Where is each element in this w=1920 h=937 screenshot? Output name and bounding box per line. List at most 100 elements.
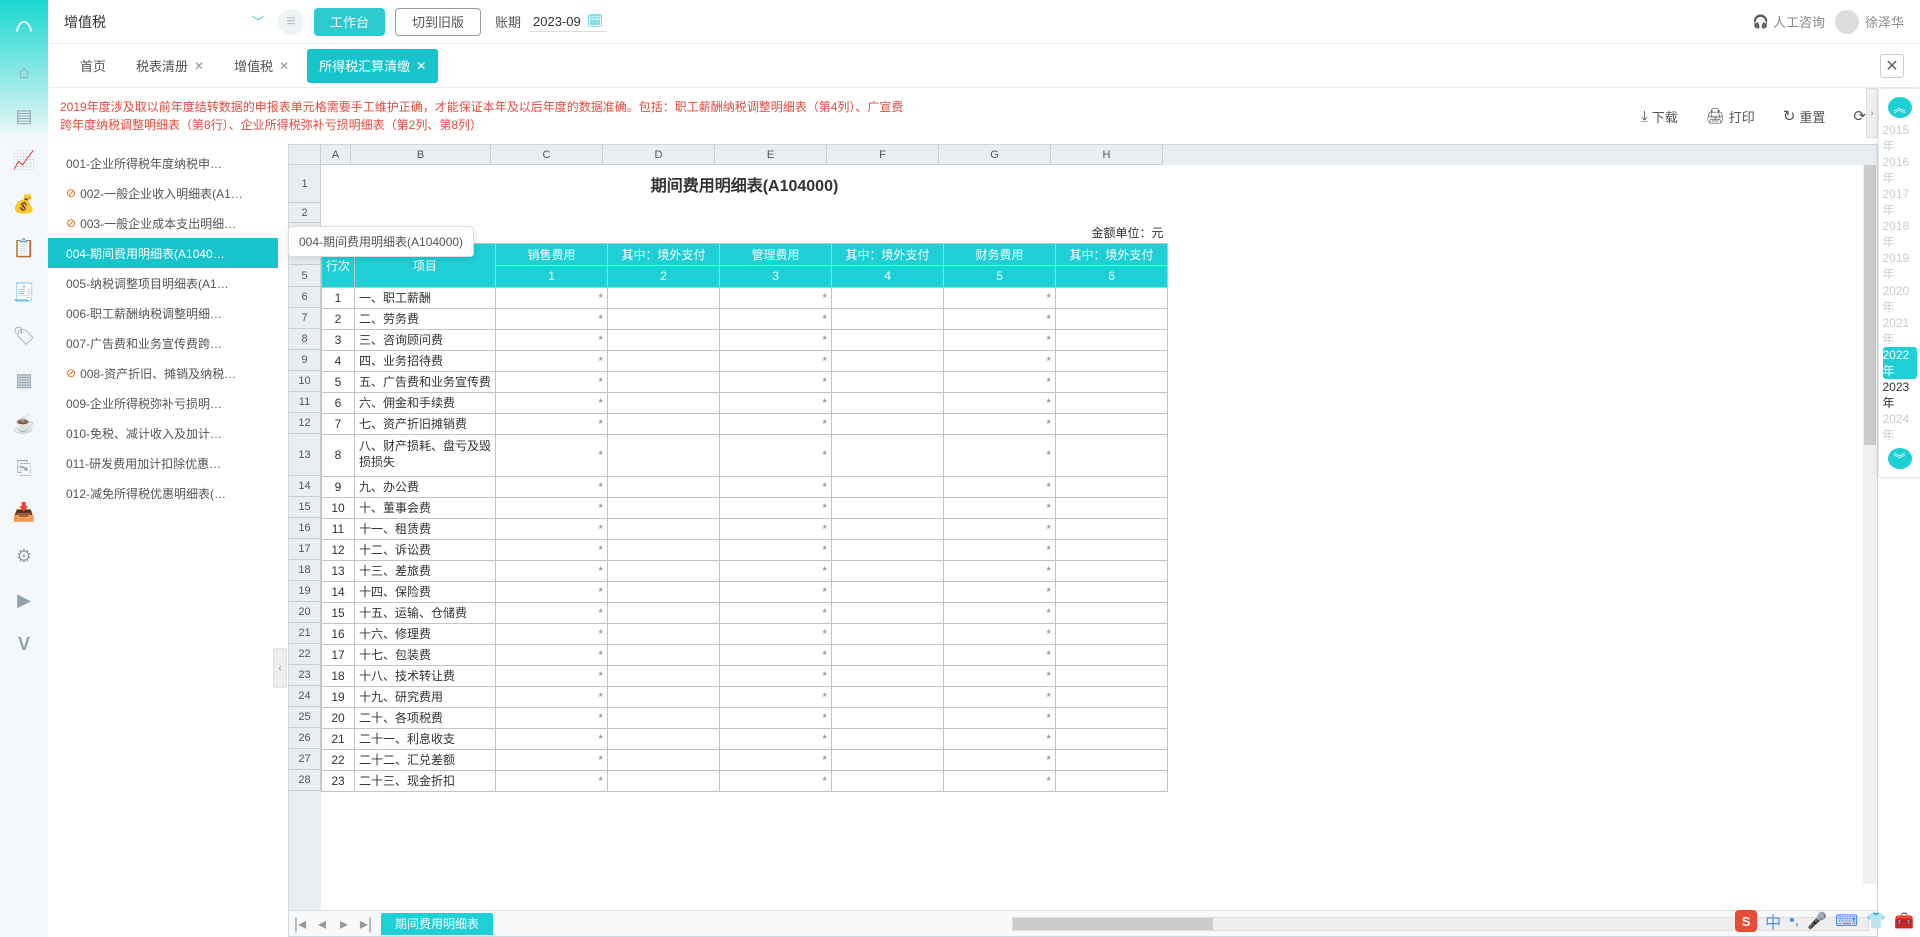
value-cell[interactable] bbox=[832, 707, 944, 728]
item-cell[interactable]: 十五、运输、仓储费 bbox=[355, 602, 496, 623]
value-cell[interactable] bbox=[1056, 770, 1168, 791]
year-scroll-up-icon[interactable]: ︽ bbox=[1888, 97, 1912, 118]
form-item-005[interactable]: 005-纳税调整项目明细表(A1… bbox=[48, 268, 278, 298]
item-cell[interactable]: 六、佣金和手续费 bbox=[355, 392, 496, 413]
value-cell[interactable] bbox=[1056, 602, 1168, 623]
ime-skin-icon[interactable]: 👕 bbox=[1866, 911, 1886, 931]
form-item-003[interactable]: ⊘003-一般企业成本支出明细… bbox=[48, 208, 278, 238]
value-cell[interactable]: * bbox=[720, 287, 832, 308]
value-cell[interactable]: * bbox=[496, 497, 608, 518]
rownum-cell[interactable]: 12 bbox=[322, 539, 355, 560]
nav-settings-icon[interactable]: ⚙ bbox=[12, 544, 36, 568]
value-cell[interactable]: * bbox=[496, 665, 608, 686]
year-2015[interactable]: 2015年 bbox=[1883, 122, 1917, 154]
tab-home[interactable]: 首页 bbox=[68, 49, 118, 83]
scrollbar-thumb[interactable] bbox=[1013, 918, 1213, 930]
sheet-tab-active[interactable]: 期间费用明细表 bbox=[381, 913, 493, 935]
value-cell[interactable] bbox=[832, 644, 944, 665]
value-cell[interactable]: * bbox=[496, 350, 608, 371]
row-header[interactable]: 19 bbox=[289, 581, 321, 602]
value-cell[interactable] bbox=[608, 518, 720, 539]
value-cell[interactable]: * bbox=[944, 728, 1056, 749]
year-2018[interactable]: 2018年 bbox=[1883, 219, 1917, 251]
row-header[interactable]: 7 bbox=[289, 308, 321, 329]
row-header[interactable]: 8 bbox=[289, 329, 321, 350]
value-cell[interactable]: * bbox=[496, 728, 608, 749]
nav-video-icon[interactable]: ▶ bbox=[12, 588, 36, 612]
tab-income[interactable]: 所得税汇算清缴✕ bbox=[307, 49, 438, 83]
form-item-004[interactable]: 004-期间费用明细表(A1040… bbox=[48, 238, 278, 268]
value-cell[interactable] bbox=[832, 287, 944, 308]
col-header[interactable]: B bbox=[351, 145, 491, 165]
col-header[interactable]: G bbox=[939, 145, 1051, 165]
value-cell[interactable]: * bbox=[944, 539, 1056, 560]
value-cell[interactable] bbox=[832, 560, 944, 581]
value-cell[interactable] bbox=[832, 350, 944, 371]
row-header[interactable]: 28 bbox=[289, 770, 321, 791]
value-cell[interactable]: * bbox=[720, 329, 832, 350]
cell[interactable]: 5 bbox=[944, 265, 1056, 287]
value-cell[interactable] bbox=[608, 581, 720, 602]
item-cell[interactable]: 十六、修理费 bbox=[355, 623, 496, 644]
value-cell[interactable] bbox=[1056, 329, 1168, 350]
row-header[interactable]: 6 bbox=[289, 287, 321, 308]
value-cell[interactable] bbox=[832, 581, 944, 602]
value-cell[interactable]: * bbox=[496, 602, 608, 623]
value-cell[interactable] bbox=[608, 749, 720, 770]
value-cell[interactable]: * bbox=[720, 602, 832, 623]
value-cell[interactable] bbox=[608, 350, 720, 371]
value-cell[interactable] bbox=[608, 371, 720, 392]
value-cell[interactable] bbox=[1056, 749, 1168, 770]
value-cell[interactable] bbox=[608, 329, 720, 350]
value-cell[interactable] bbox=[1056, 707, 1168, 728]
cell[interactable]: 3 bbox=[720, 265, 832, 287]
col-header[interactable]: C bbox=[491, 145, 603, 165]
value-cell[interactable] bbox=[608, 623, 720, 644]
value-cell[interactable] bbox=[832, 329, 944, 350]
value-cell[interactable]: * bbox=[944, 329, 1056, 350]
item-cell[interactable]: 十一、租赁费 bbox=[355, 518, 496, 539]
item-cell[interactable]: 二十三、现金折扣 bbox=[355, 770, 496, 791]
scrollbar-thumb[interactable] bbox=[1864, 165, 1876, 445]
cell[interactable]: 1 bbox=[496, 265, 608, 287]
form-item-002[interactable]: ⊘002-一般企业收入明细表(A1… bbox=[48, 178, 278, 208]
value-cell[interactable]: * bbox=[496, 749, 608, 770]
value-cell[interactable] bbox=[832, 413, 944, 434]
value-cell[interactable] bbox=[608, 560, 720, 581]
value-cell[interactable]: * bbox=[496, 518, 608, 539]
row-header[interactable]: 16 bbox=[289, 518, 321, 539]
hdr-sales-abroad[interactable]: 其中：境外支付 bbox=[608, 243, 720, 265]
value-cell[interactable] bbox=[608, 287, 720, 308]
nav-tag-icon[interactable]: 🏷 bbox=[12, 324, 36, 348]
value-cell[interactable] bbox=[1056, 308, 1168, 329]
col-header[interactable]: H bbox=[1051, 145, 1163, 165]
value-cell[interactable] bbox=[832, 518, 944, 539]
value-cell[interactable]: * bbox=[720, 371, 832, 392]
close-icon[interactable]: ✕ bbox=[194, 59, 204, 73]
value-cell[interactable] bbox=[832, 728, 944, 749]
download-button[interactable]: ⤓下载 bbox=[1641, 107, 1678, 126]
tab-taxlist[interactable]: 税表清册✕ bbox=[124, 49, 216, 83]
value-cell[interactable]: * bbox=[944, 707, 1056, 728]
value-cell[interactable] bbox=[608, 644, 720, 665]
value-cell[interactable]: * bbox=[944, 287, 1056, 308]
year-scroll-down-icon[interactable]: ︾ bbox=[1888, 448, 1912, 469]
value-cell[interactable] bbox=[608, 770, 720, 791]
value-cell[interactable]: * bbox=[720, 728, 832, 749]
item-cell[interactable]: 二十二、汇兑差额 bbox=[355, 749, 496, 770]
value-cell[interactable]: * bbox=[496, 392, 608, 413]
ime-lang-label[interactable]: 中 bbox=[1765, 909, 1781, 933]
value-cell[interactable]: * bbox=[720, 623, 832, 644]
value-cell[interactable]: * bbox=[496, 644, 608, 665]
switch-old-button[interactable]: 切到旧版 bbox=[395, 8, 481, 36]
nav-calendar-icon[interactable]: ▦ bbox=[12, 368, 36, 392]
item-cell[interactable]: 七、资产折旧摊销费 bbox=[355, 413, 496, 434]
value-cell[interactable] bbox=[608, 686, 720, 707]
row-header[interactable]: 23 bbox=[289, 665, 321, 686]
row-header[interactable]: 2 bbox=[289, 203, 321, 223]
rownum-cell[interactable]: 21 bbox=[322, 728, 355, 749]
rownum-cell[interactable]: 10 bbox=[322, 497, 355, 518]
nav-receipt-icon[interactable]: 🧾 bbox=[12, 280, 36, 304]
value-cell[interactable]: * bbox=[496, 371, 608, 392]
value-cell[interactable] bbox=[608, 392, 720, 413]
